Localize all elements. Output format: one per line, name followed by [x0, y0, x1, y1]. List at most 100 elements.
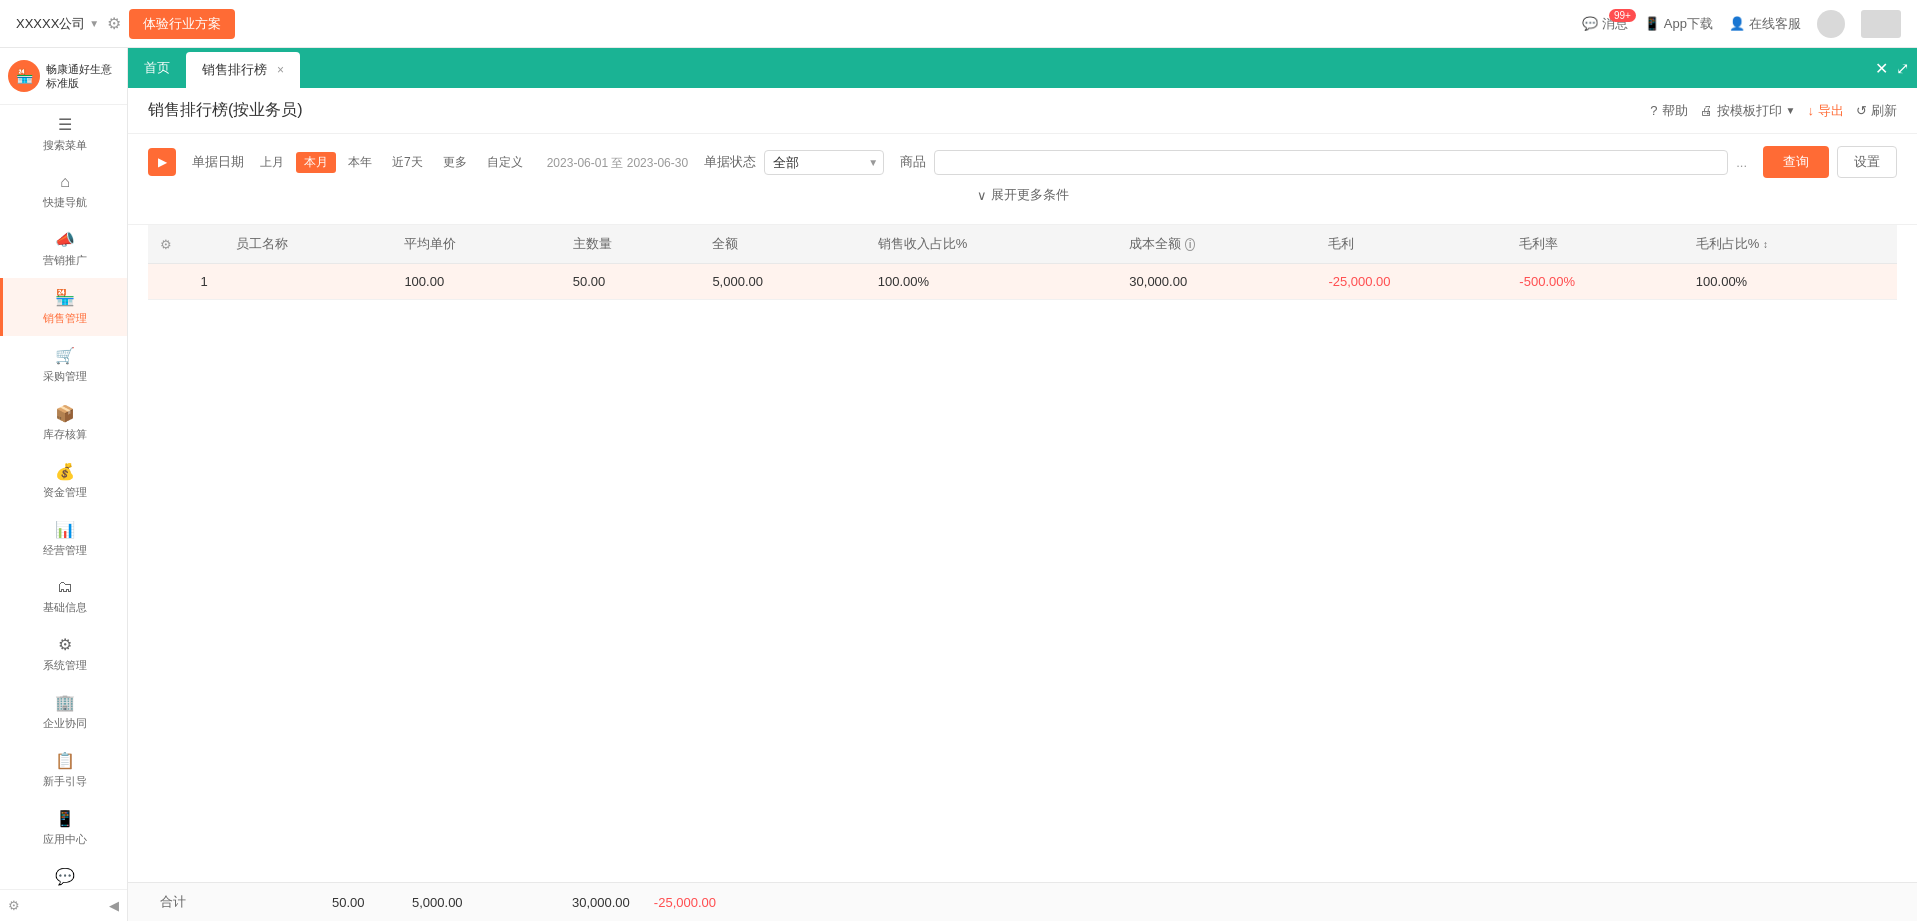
message-badge: 99+ — [1609, 9, 1636, 22]
export-icon: ↓ — [1808, 103, 1815, 118]
sidebar-item-system[interactable]: ⚙ 系统管理 — [0, 625, 127, 683]
th-settings[interactable]: ⚙ — [148, 225, 184, 264]
sidebar-label-system: 系统管理 — [43, 658, 87, 673]
sidebar-label-purchase: 采购管理 — [43, 369, 87, 384]
app-download-icon: 📱 — [1644, 16, 1660, 31]
th-cost-amount: 成本全额 i — [1117, 225, 1316, 264]
sidebar-label-operations: 经营管理 — [43, 543, 87, 558]
table-area: ⚙ 员工名称 平均单价 主数量 全额 销售收入占比% 成本全额 i 毛利 毛利率 — [128, 225, 1917, 882]
message-icon: 💬 — [1582, 16, 1598, 31]
help-label: 帮助 — [1662, 102, 1688, 120]
row-rank: 1 — [184, 264, 224, 300]
tab-bar: 首页 销售排行榜 × ✕ ⤢ — [128, 48, 1917, 88]
expand-more-button[interactable]: ∨ 展开更多条件 — [977, 186, 1069, 204]
wechat-icon: 💬 — [55, 867, 75, 886]
goods-input[interactable] — [934, 150, 1728, 175]
filter-expand-toggle[interactable]: ▶ — [148, 148, 176, 176]
trial-button[interactable]: 体验行业方案 — [129, 9, 235, 39]
status-filter: 单据状态 全部 已审核 未审核 ▼ — [704, 150, 884, 175]
tab-sales-ranking[interactable]: 销售排行榜 × — [186, 52, 300, 88]
print-button[interactable]: 🖨 按模板打印 ▼ — [1700, 102, 1796, 120]
cost-info-icon[interactable]: i — [1185, 238, 1195, 251]
enterprise-icon: 🏢 — [55, 693, 75, 712]
date-pill-7days[interactable]: 近7天 — [384, 152, 431, 173]
refresh-button[interactable]: ↺ 刷新 — [1856, 102, 1897, 120]
goods-ellipsis-button[interactable]: ... — [1736, 155, 1747, 170]
search-order-icon: ☰ — [58, 115, 72, 134]
sidebar-item-enterprise[interactable]: 🏢 企业协同 — [0, 683, 127, 741]
sidebar-nav: ☰ 搜索菜单 ⌂ 快捷导航 📣 营销推广 🏪 销售管理 🛒 采购管理 — [0, 105, 127, 889]
marketing-icon: 📣 — [55, 230, 75, 249]
tab-maximize-icon[interactable]: ⤢ — [1896, 59, 1909, 78]
goods-filter-label: 商品 — [900, 153, 926, 171]
page-title: 销售排行榜(按业务员) — [148, 100, 303, 121]
online-service-button[interactable]: 👤 在线客服 — [1729, 15, 1801, 33]
tab-home-label: 首页 — [144, 59, 170, 77]
sidebar-item-marketing[interactable]: 📣 营销推广 — [0, 220, 127, 278]
footer-cost-amount: 30,000.00 — [560, 895, 642, 910]
sidebar-bottom-gear[interactable]: ⚙ — [8, 898, 20, 913]
tab-home[interactable]: 首页 — [128, 48, 186, 88]
row-sales-pct: 100.00% — [866, 264, 1118, 300]
row-profit: -25,000.00 — [1316, 264, 1507, 300]
logo-line2: 标准版 — [46, 76, 112, 90]
table-body: 1 100.00 50.00 5,000.00 100.00% 30,000.0… — [148, 264, 1897, 300]
export-button[interactable]: ↓ 导出 — [1808, 102, 1845, 120]
date-pill-this-year[interactable]: 本年 — [340, 152, 380, 173]
th-profit-rate: 毛利率 — [1507, 225, 1684, 264]
sales-icon: 🏪 — [55, 288, 75, 307]
help-button[interactable]: ? 帮助 — [1650, 102, 1687, 120]
sidebar-item-app-center[interactable]: 📱 应用中心 — [0, 799, 127, 857]
page-header: 销售排行榜(按业务员) ? 帮助 🖨 按模板打印 ▼ ↓ — [128, 88, 1917, 134]
th-name: 员工名称 — [224, 225, 392, 264]
sidebar-collapse-btn[interactable]: ◀ — [109, 898, 119, 913]
status-select[interactable]: 全部 已审核 未审核 — [764, 150, 884, 175]
row-amount: 5,000.00 — [700, 264, 865, 300]
top-bar-right: 💬 消息 99+ 📱 App下载 👤 在线客服 — [1582, 10, 1901, 38]
sidebar-item-purchase[interactable]: 🛒 采购管理 — [0, 336, 127, 394]
print-label: 按模板打印 — [1717, 102, 1782, 120]
table-row: 1 100.00 50.00 5,000.00 100.00% 30,000.0… — [148, 264, 1897, 300]
sidebar-item-finance[interactable]: 💰 资金管理 — [0, 452, 127, 510]
data-table: ⚙ 员工名称 平均单价 主数量 全额 销售收入占比% 成本全额 i 毛利 毛利率 — [148, 225, 1897, 300]
message-button[interactable]: 💬 消息 99+ — [1582, 15, 1628, 33]
sidebar-item-guide[interactable]: 📋 新手引导 — [0, 741, 127, 799]
tab-close-window-icon[interactable]: ✕ — [1875, 59, 1888, 78]
sidebar-item-search-order[interactable]: ☰ 搜索菜单 — [0, 105, 127, 163]
top-gear-icon[interactable]: ⚙ — [107, 14, 121, 33]
settings-button[interactable]: 设置 — [1837, 146, 1897, 178]
sidebar-item-sales[interactable]: 🏪 销售管理 — [0, 278, 127, 336]
th-amount: 全额 — [700, 225, 865, 264]
user-avatar[interactable] — [1817, 10, 1845, 38]
tab-actions: ✕ ⤢ — [1875, 59, 1917, 78]
app-download-button[interactable]: 📱 App下载 — [1644, 15, 1713, 33]
app-center-icon: 📱 — [55, 809, 75, 828]
sidebar-label-search: 搜索菜单 — [43, 138, 87, 153]
inventory-icon: 📦 — [55, 404, 75, 423]
tab-close-button[interactable]: × — [277, 63, 284, 77]
date-pill-custom[interactable]: 自定义 — [479, 152, 531, 173]
date-pill-this-month[interactable]: 本月 — [296, 152, 336, 173]
action-buttons: 查询 设置 — [1763, 146, 1897, 178]
sidebar-label-inventory: 库存核算 — [43, 427, 87, 442]
online-service-icon: 👤 — [1729, 16, 1745, 31]
sidebar-label-basic: 基础信息 — [43, 600, 87, 615]
th-sales-pct: 销售收入占比% — [866, 225, 1118, 264]
company-selector[interactable]: XXXXX公司 ▼ — [16, 15, 99, 33]
expand-more-arrow: ∨ — [977, 188, 987, 203]
expand-more-label: 展开更多条件 — [991, 186, 1069, 204]
date-pill-more[interactable]: 更多 — [435, 152, 475, 173]
quick-nav-icon: ⌂ — [60, 173, 70, 191]
sidebar-item-wechat[interactable]: 💬 企业微信 — [0, 857, 127, 889]
query-button[interactable]: 查询 — [1763, 146, 1829, 178]
sidebar-bottom: ⚙ ◀ — [0, 889, 127, 921]
sidebar-item-quick-nav[interactable]: ⌂ 快捷导航 — [0, 163, 127, 220]
date-pill-last-month[interactable]: 上月 — [252, 152, 292, 173]
sidebar-item-inventory[interactable]: 📦 库存核算 — [0, 394, 127, 452]
finance-icon: 💰 — [55, 462, 75, 481]
sidebar-item-basic-info[interactable]: 🗂 基础信息 — [0, 568, 127, 625]
page-content: 销售排行榜(按业务员) ? 帮助 🖨 按模板打印 ▼ ↓ — [128, 88, 1917, 921]
top-bar-left: XXXXX公司 ▼ ⚙ 体验行业方案 — [16, 9, 235, 39]
sidebar-item-operations[interactable]: 📊 经营管理 — [0, 510, 127, 568]
date-pills: 上月 本月 本年 近7天 更多 自定义 — [252, 152, 531, 173]
